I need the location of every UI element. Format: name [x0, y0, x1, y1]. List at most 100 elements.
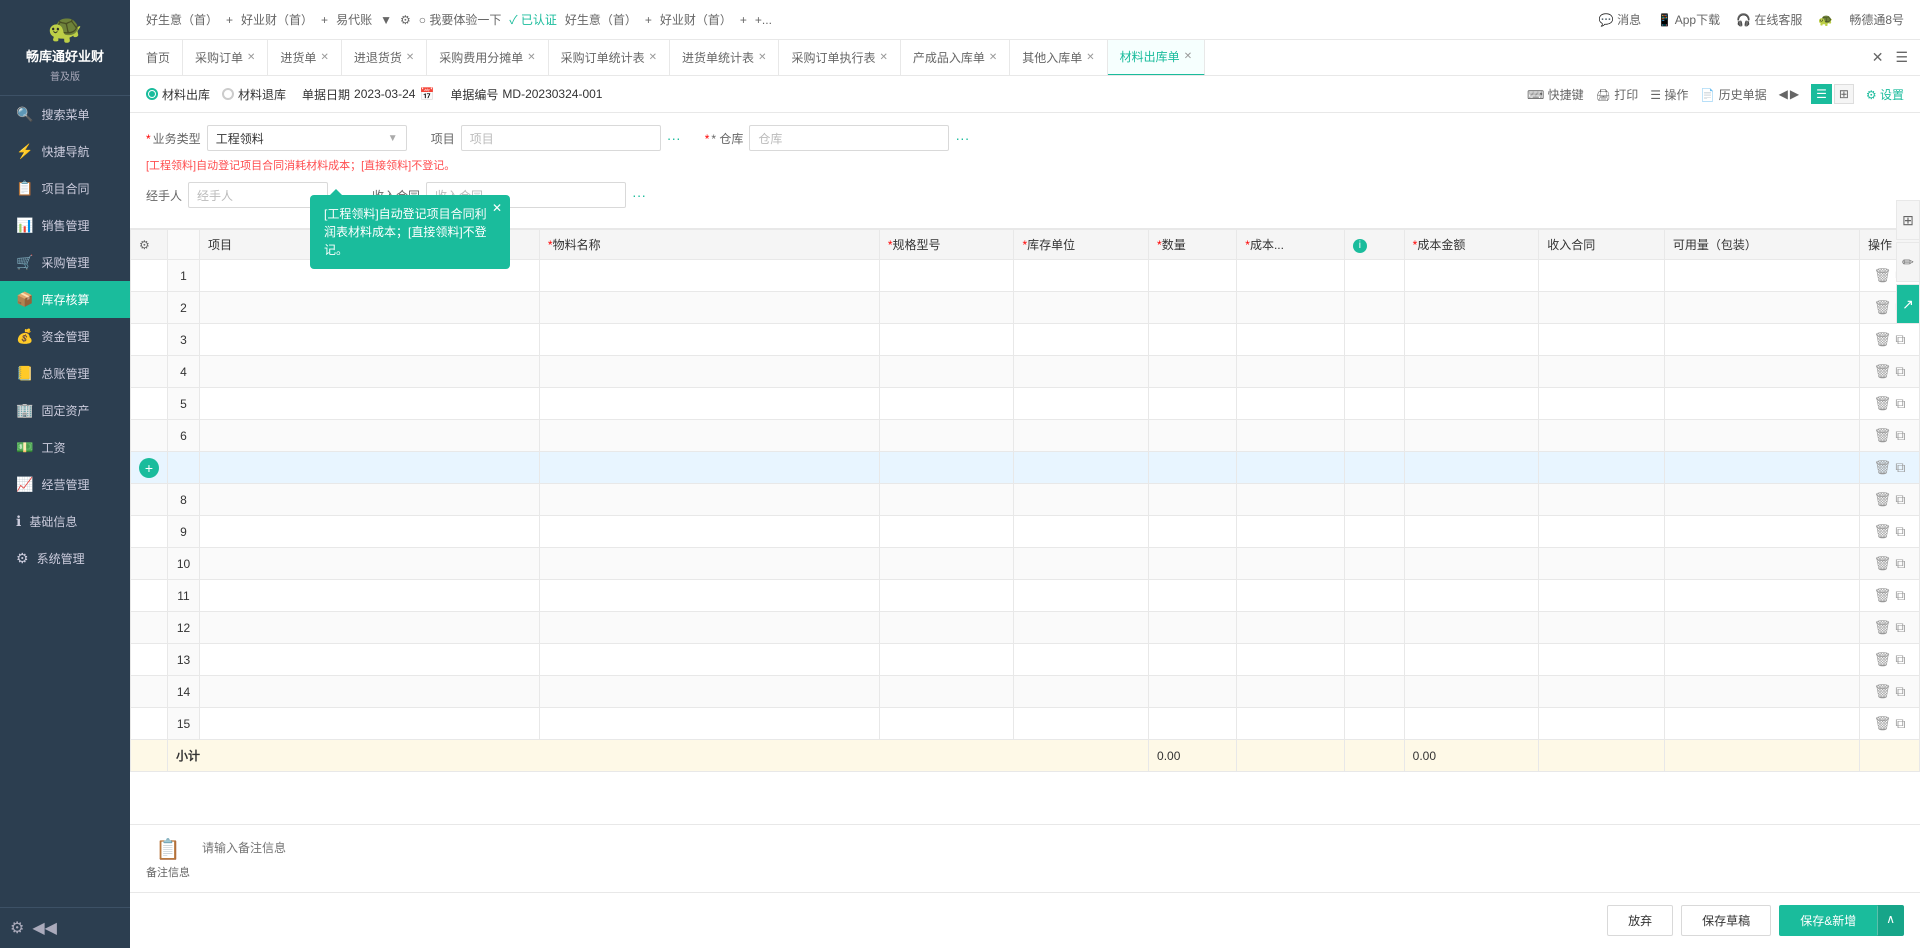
sidebar-item-sysadmin[interactable]: ⚙ 系统管理: [0, 540, 130, 577]
topbar-settings-icon[interactable]: ⚙: [400, 13, 411, 27]
topbar-more[interactable]: +...: [755, 13, 772, 27]
tab-incoming-stat[interactable]: 进货单统计表 ✕: [670, 40, 779, 76]
delete-row-icon[interactable]: 🗑: [1874, 267, 1892, 284]
topbar-username[interactable]: 畅德通8号: [1849, 11, 1904, 28]
income-contract-dots-btn[interactable]: ···: [632, 187, 646, 203]
delete-row-icon[interactable]: 🗑: [1874, 395, 1892, 412]
delete-row-icon[interactable]: 🗑: [1874, 331, 1892, 348]
copy-row-icon[interactable]: ⧉: [1895, 427, 1905, 444]
print-btn[interactable]: 🖨 打印: [1596, 86, 1639, 103]
tab-purchase-expense[interactable]: 采购费用分摊单 ✕: [427, 40, 548, 76]
copy-row-icon[interactable]: ⧉: [1895, 363, 1905, 380]
sidebar-item-ledger[interactable]: 📒 总账管理: [0, 355, 130, 392]
delete-row-icon[interactable]: 🗑: [1874, 555, 1892, 572]
copy-row-icon[interactable]: ⧉: [1895, 395, 1905, 412]
discard-button[interactable]: 放弃: [1607, 905, 1673, 936]
tab-close-icon[interactable]: ✕: [247, 52, 255, 63]
tab-incoming[interactable]: 进货单 ✕: [268, 40, 341, 76]
handler-input[interactable]: 经手人: [188, 182, 328, 208]
sidebar-item-salary[interactable]: 💵 工资: [0, 429, 130, 466]
copy-row-icon[interactable]: ⧉: [1895, 683, 1905, 700]
delete-row-icon[interactable]: 🗑: [1874, 299, 1892, 316]
tab-incoming-return[interactable]: 进退货货 ✕: [342, 40, 427, 76]
delete-row-icon[interactable]: 🗑: [1874, 459, 1892, 476]
sidebar-item-quicknav[interactable]: ⚡ 快捷导航: [0, 133, 130, 170]
sidebar-item-finance[interactable]: 💰 资金管理: [0, 318, 130, 355]
cost-info-icon[interactable]: i: [1353, 239, 1367, 253]
shortcut-key-btn[interactable]: ⌨ 快捷键: [1527, 86, 1584, 103]
copy-row-icon[interactable]: ⧉: [1895, 555, 1905, 572]
sidebar-item-assets[interactable]: 🏢 固定资产: [0, 392, 130, 429]
copy-row-icon[interactable]: ⧉: [1895, 715, 1905, 732]
topbar-agent[interactable]: 易代账: [336, 11, 372, 28]
delete-row-icon[interactable]: 🗑: [1874, 683, 1892, 700]
close-all-icon[interactable]: ✕: [1868, 49, 1888, 66]
project-input[interactable]: 项目: [461, 125, 661, 151]
tab-close-icon[interactable]: ✕: [406, 52, 414, 63]
topbar-user-avatar[interactable]: 🐢: [1818, 13, 1833, 27]
material-cell-input[interactable]: [548, 457, 871, 479]
calendar-icon[interactable]: 📅: [419, 87, 434, 101]
sidebar-item-search[interactable]: 🔍 搜索菜单: [0, 96, 130, 133]
copy-row-icon[interactable]: ⧉: [1895, 331, 1905, 348]
copy-row-icon[interactable]: ⧉: [1895, 459, 1905, 476]
history-btn[interactable]: 📄 历史单据: [1700, 86, 1766, 103]
td-material-active[interactable]: [539, 452, 879, 484]
tab-close-icon[interactable]: ✕: [758, 52, 766, 63]
view-grid-btn[interactable]: ⊞: [1834, 84, 1854, 104]
tab-other-incoming[interactable]: 其他入库单 ✕: [1010, 40, 1107, 76]
sidebar-item-project[interactable]: 📋 项目合同: [0, 170, 130, 207]
delete-row-icon[interactable]: 🗑: [1874, 587, 1892, 604]
delete-row-icon[interactable]: 🗑: [1874, 491, 1892, 508]
tab-material-outbound[interactable]: 材料出库单 ✕: [1108, 40, 1205, 76]
save-new-dropdown-btn[interactable]: ∧: [1877, 905, 1904, 936]
delete-row-icon[interactable]: 🗑: [1874, 619, 1892, 636]
radio-material-return[interactable]: 材料退库: [222, 86, 286, 103]
notes-input[interactable]: [202, 837, 1904, 859]
topbar-message[interactable]: 💬 消息: [1599, 11, 1641, 28]
tab-close-icon[interactable]: ✕: [989, 52, 997, 63]
topbar-appdownload[interactable]: 📱 App下载: [1657, 11, 1720, 28]
delete-row-icon[interactable]: 🗑: [1874, 363, 1892, 380]
topbar-support[interactable]: 🎧 在线客服: [1736, 11, 1802, 28]
warehouse-dots-btn[interactable]: ···: [955, 130, 969, 146]
radio-material-outbound[interactable]: 材料出库: [146, 86, 210, 103]
topbar-good-finance[interactable]: 好业财（首）: [241, 11, 313, 28]
delete-row-icon[interactable]: 🗑: [1874, 523, 1892, 540]
next-arrow[interactable]: ▶: [1790, 87, 1799, 101]
tab-home[interactable]: 首页: [138, 40, 183, 76]
tab-purchase-stat[interactable]: 采购订单统计表 ✕: [549, 40, 670, 76]
tab-close-icon[interactable]: ✕: [1086, 52, 1094, 63]
topbar-trial[interactable]: ○ 我要体验一下: [419, 11, 502, 28]
add-row-btn[interactable]: +: [139, 458, 159, 478]
sidebar-item-inventory[interactable]: 📦 库存核算: [0, 281, 130, 318]
business-type-input[interactable]: 工程领料 ▼: [207, 125, 407, 151]
column-settings-icon[interactable]: ⚙: [139, 238, 150, 252]
tab-purchase-order[interactable]: 采购订单 ✕: [183, 40, 268, 76]
sidebar-item-purchase[interactable]: 🛒 采购管理: [0, 244, 130, 281]
copy-row-icon[interactable]: ⧉: [1895, 587, 1905, 604]
td-project-active[interactable]: [200, 452, 540, 484]
right-panel-btn-2[interactable]: ✏: [1896, 242, 1920, 282]
view-list-btn[interactable]: ☰: [1811, 84, 1832, 104]
tab-close-icon[interactable]: ✕: [320, 52, 328, 63]
delete-row-icon[interactable]: 🗑: [1874, 427, 1892, 444]
warehouse-input[interactable]: 仓库: [749, 125, 949, 151]
tab-close-icon[interactable]: ✕: [527, 52, 535, 63]
sidebar-item-sales[interactable]: 📊 销售管理: [0, 207, 130, 244]
tab-finished-goods[interactable]: 产成品入库单 ✕: [901, 40, 1010, 76]
topbar-dropdown-arrow[interactable]: ▼: [380, 13, 392, 27]
right-panel-btn-1[interactable]: ⊞: [1896, 200, 1920, 240]
settings-btn[interactable]: ⚙ 设置: [1866, 86, 1904, 103]
prev-arrow[interactable]: ◀: [1779, 87, 1788, 101]
save-draft-button[interactable]: 保存草稿: [1681, 905, 1771, 936]
collapse-icon[interactable]: ◀◀: [32, 918, 57, 938]
sidebar-item-basicinfo[interactable]: ℹ 基础信息: [0, 503, 130, 540]
topbar-good-finance2[interactable]: 好业财（首）: [660, 11, 732, 28]
tab-close-icon[interactable]: ✕: [879, 52, 887, 63]
right-panel-btn-3[interactable]: ↗: [1896, 284, 1920, 324]
copy-row-icon[interactable]: ⧉: [1895, 523, 1905, 540]
copy-row-icon[interactable]: ⧉: [1895, 651, 1905, 668]
date-value[interactable]: 2023-03-24: [354, 87, 415, 101]
save-new-button[interactable]: 保存&新增: [1779, 905, 1877, 936]
